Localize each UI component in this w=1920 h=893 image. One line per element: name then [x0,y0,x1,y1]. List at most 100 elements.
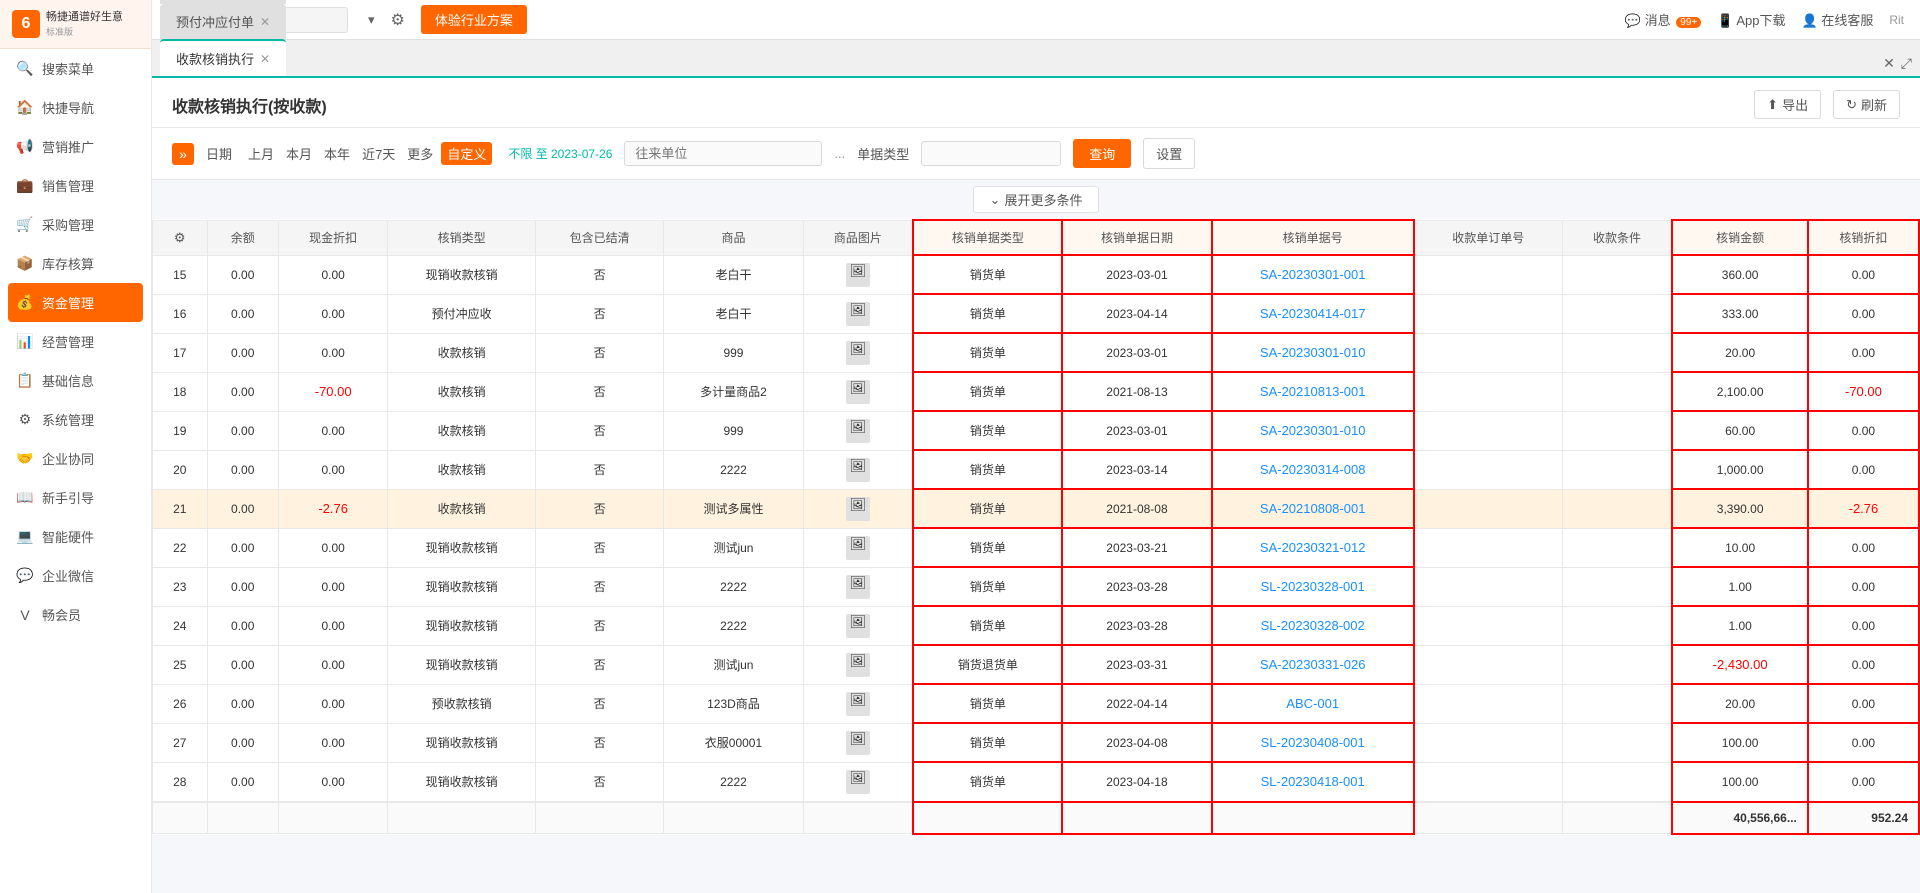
sidebar-item-base-info[interactable]: 📋 基础信息 [0,361,151,400]
filter-toggle-btn[interactable]: » [172,143,194,165]
bill-no-link-1[interactable]: SA-20230414-017 [1260,306,1366,321]
bill-no-link-9[interactable]: SL-20230328-002 [1261,618,1365,633]
cell-8-product_image: 🖼 [803,567,913,606]
refresh-btn[interactable]: ↻ 刷新 [1833,90,1900,119]
bill-no-link-12[interactable]: SL-20230408-001 [1261,735,1365,750]
cell-5-cancel_bill_no[interactable]: SA-20230314-008 [1212,450,1414,489]
sidebar-item-member[interactable]: V 畅会员 [0,595,151,634]
bill-no-link-11[interactable]: ABC-001 [1286,696,1339,711]
cell-8-cancel_bill_date: 2023-03-28 [1062,567,1211,606]
cell-3-cancel_bill_no[interactable]: SA-20210813-001 [1212,372,1414,411]
bill-no-link-7[interactable]: SA-20230321-012 [1260,540,1366,555]
cell-13-product: 2222 [664,762,803,802]
cell-10-product_image: 🖼 [803,645,913,684]
cell-0-cancel_bill_no[interactable]: SA-20230301-001 [1212,255,1414,294]
bill-no-link-0[interactable]: SA-20230301-001 [1260,267,1366,282]
export-btn[interactable]: ⬆ 导出 [1754,90,1821,119]
cell-11-cancel_bill_no[interactable]: ABC-001 [1212,684,1414,723]
tab-close-2[interactable]: ✕ [260,52,270,66]
topbar-gear-icon[interactable]: ⚙ [391,10,405,30]
cell-8-product: 2222 [664,567,803,606]
cell-0-product_image: 🖼 [803,255,913,294]
page-header-actions: ⬆ 导出 ↻ 刷新 [1754,90,1900,119]
bill-no-link-2[interactable]: SA-20230301-010 [1260,345,1366,360]
filter-date-this-month[interactable]: 本月 [282,142,316,165]
cell-4-cash_discount: 0.00 [278,411,387,450]
bill-no-link-8[interactable]: SL-20230328-001 [1261,579,1365,594]
sidebar-item-enterprise[interactable]: 🤝 企业协同 [0,439,151,478]
maximize-icon[interactable]: ⤢ [1901,55,1912,72]
filter-settings-btn[interactable]: 设置 [1143,138,1195,169]
topbar-dropdown-icon[interactable]: ▾ [368,12,375,28]
bill-no-link-10[interactable]: SA-20230331-026 [1260,657,1366,672]
close-tab-icon[interactable]: ✕ [1883,55,1895,72]
sidebar-item-inventory[interactable]: 📦 库存核算 [0,244,151,283]
footer-cancel_type [388,802,536,834]
system-icon: ⚙ [16,411,34,428]
bill-no-link-13[interactable]: SL-20230418-001 [1261,774,1365,789]
cancel-discount-val-3: -70.00 [1845,384,1882,399]
data-table: ⚙余额现金折扣核销类型包含已结清商品商品图片核销单据类型核销单据日期核销单据号收… [152,219,1920,835]
filter-date-more[interactable]: 更多 [403,142,437,165]
cell-8-cancel_bill_no[interactable]: SL-20230328-001 [1212,567,1414,606]
product-image-6: 🖼 [846,497,870,521]
sidebar-item-system[interactable]: ⚙ 系统管理 [0,400,151,439]
product-image-2: 🖼 [846,341,870,365]
sidebar-item-search[interactable]: 🔍 搜索菜单 [0,49,151,88]
industry-btn[interactable]: 体验行业方案 [421,5,527,34]
cell-13-cancel_bill_no[interactable]: SL-20230418-001 [1212,762,1414,802]
topbar-message[interactable]: 💬 消息 99+ [1625,10,1701,29]
sidebar-item-sales[interactable]: 💼 销售管理 [0,166,151,205]
bill-no-link-6[interactable]: SA-20210808-001 [1260,501,1366,516]
filter-bill-type-select[interactable] [921,141,1061,166]
sidebar-item-guide[interactable]: 📖 新手引导 [0,478,151,517]
cell-10-cancel_type: 现销收款核销 [388,645,536,684]
tab-2[interactable]: 收款核销执行✕ [160,39,286,76]
cell-4-cancel_bill_no[interactable]: SA-20230301-010 [1212,411,1414,450]
cell-1-cancel_bill_no[interactable]: SA-20230414-017 [1212,294,1414,333]
filter-date-last-month[interactable]: 上月 [244,142,278,165]
expand-more-btn[interactable]: ⌄ 展开更多条件 [973,186,1100,213]
cell-7-receipt_order_no [1414,528,1562,567]
cell-0-cash_discount: 0.00 [278,255,387,294]
cell-2-cancel_bill_no[interactable]: SA-20230301-010 [1212,333,1414,372]
bill-no-link-3[interactable]: SA-20210813-001 [1260,384,1366,399]
sidebar-item-marketing[interactable]: 📢 营销推广 [0,127,151,166]
table-row: 210.00-2.76收款核销否测试多属性🖼销货单2021-08-08SA-20… [153,489,1920,528]
filter-partner-input[interactable] [624,141,822,166]
filter-date-custom[interactable]: 自定义 [441,142,492,165]
cell-6-cancel_bill_no[interactable]: SA-20210808-001 [1212,489,1414,528]
table-footer-row: 40,556,66...952.24 [153,802,1920,834]
table-row: 220.000.00现销收款核销否测试jun🖼销货单2023-03-21SA-2… [153,528,1920,567]
cell-4-cancel_type: 收款核销 [388,411,536,450]
cell-7-cancel_bill_no[interactable]: SA-20230321-012 [1212,528,1414,567]
filter-search-btn[interactable]: 查询 [1073,139,1131,168]
settings-gear-icon[interactable]: ⚙ [174,230,186,245]
cell-7-cash_discount: 0.00 [278,528,387,567]
sidebar-item-finance[interactable]: 💰 资金管理 [8,283,143,322]
cell-10-cancel_bill_no[interactable]: SA-20230331-026 [1212,645,1414,684]
tab-close-1[interactable]: ✕ [260,15,270,29]
cell-8-cancel_discount: 0.00 [1808,567,1919,606]
bill-no-link-5[interactable]: SA-20230314-008 [1260,462,1366,477]
sidebar-item-quick-nav[interactable]: 🏠 快捷导航 [0,88,151,127]
cancel-discount-val-6: -2.76 [1849,501,1879,516]
sidebar-item-wechat[interactable]: 💬 企业微信 [0,556,151,595]
app-logo: 6 畅捷通谱好生意 标准版 [0,0,151,49]
cell-9-cancel_bill_no[interactable]: SL-20230328-002 [1212,606,1414,645]
bill-no-link-4[interactable]: SA-20230301-010 [1260,423,1366,438]
sidebar-item-hardware[interactable]: 💻 智能硬件 [0,517,151,556]
topbar-app-download[interactable]: 📱 App下载 [1717,10,1785,29]
table-row: 200.000.00收款核销否2222🖼销货单2023-03-14SA-2023… [153,450,1920,489]
cell-12-cancel_bill_no[interactable]: SL-20230408-001 [1212,723,1414,762]
topbar-online-service[interactable]: 👤 在线客服 [1802,10,1874,29]
sidebar-label-finance: 资金管理 [42,293,94,312]
filter-date-7days[interactable]: 近7天 [358,142,399,165]
sidebar-item-operations[interactable]: 📊 经营管理 [0,322,151,361]
sidebar-item-purchase[interactable]: 🛒 采购管理 [0,205,151,244]
product-image-10: 🖼 [846,653,870,677]
tabs-container: 首页预付冲应付单✕收款核销执行✕ [160,0,288,76]
filter-date-this-year[interactable]: 本年 [320,142,354,165]
tab-1[interactable]: 预付冲应付单✕ [160,4,286,39]
inventory-icon: 📦 [16,255,34,272]
